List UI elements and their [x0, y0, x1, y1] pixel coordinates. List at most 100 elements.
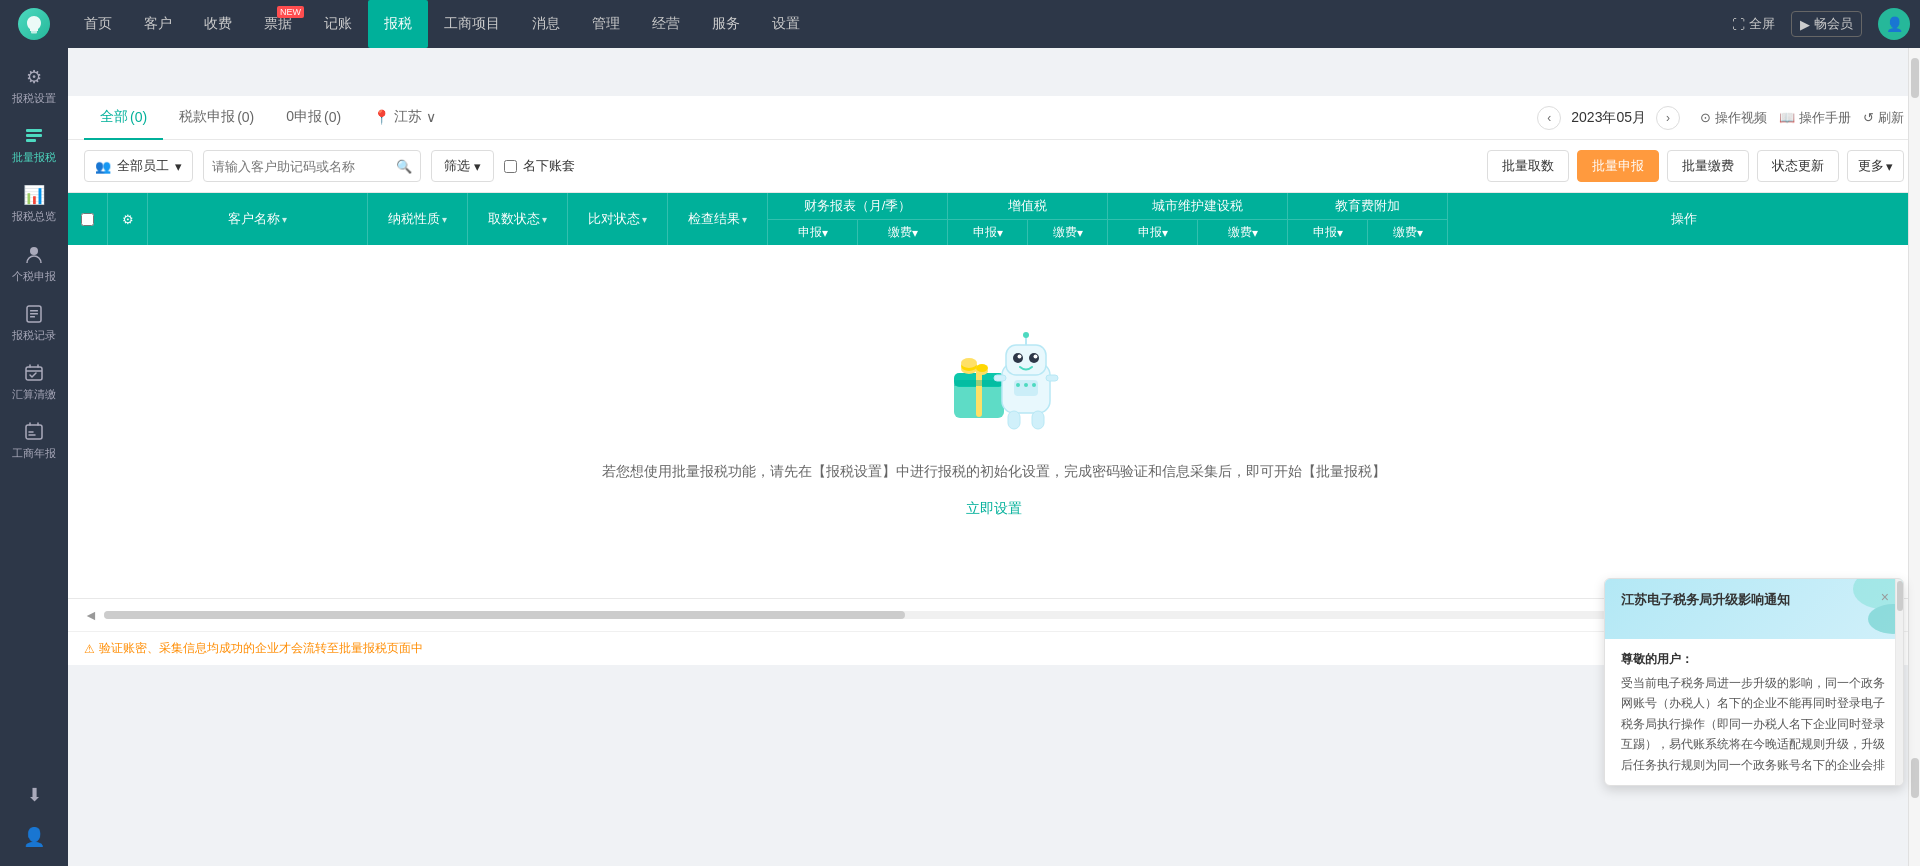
refresh-btn[interactable]: ↺ 刷新 — [1863, 109, 1904, 127]
nav-ticket[interactable]: 票据 NEW — [248, 0, 308, 48]
video-icon: ⊙ — [1700, 110, 1711, 125]
nav-operation[interactable]: 经营 — [636, 0, 696, 48]
settlement-icon — [23, 362, 45, 384]
batch-declare-btn[interactable]: 批量申报 — [1577, 150, 1659, 182]
scroll-left-icon[interactable]: ◄ — [84, 607, 98, 623]
svg-point-33 — [1024, 383, 1028, 387]
search-input[interactable] — [212, 159, 392, 174]
sidebar-item-personal-tax[interactable]: 个税申报 — [0, 234, 68, 293]
search-box: 🔍 — [203, 150, 421, 182]
filter-icon[interactable]: ▾ — [282, 214, 287, 225]
sidebar-item-batch-tax[interactable]: 批量报税 — [0, 115, 68, 174]
th-city-declare: 申报 ▾ — [1108, 220, 1198, 245]
tax-records-icon — [23, 303, 45, 325]
th-group-education-title: 教育费附加 — [1288, 193, 1447, 220]
filter-icon[interactable]: ▾ — [1077, 226, 1083, 240]
setup-link[interactable]: 立即设置 — [966, 500, 1022, 518]
select-icon: 👥 — [95, 159, 111, 174]
svg-point-26 — [1034, 355, 1038, 359]
annual-report-icon — [23, 421, 45, 443]
sidebar-item-download[interactable]: ⬇ — [0, 774, 68, 816]
sidebar-bottom: ⬇ 👤 — [0, 774, 68, 858]
tab-zero-declare[interactable]: 0申报 (0) — [270, 96, 357, 140]
sidebar-item-settlement[interactable]: 汇算清缴 — [0, 352, 68, 411]
svg-point-16 — [961, 358, 977, 368]
filter-icon[interactable]: ▾ — [742, 214, 747, 225]
checkbox-label[interactable]: 名下账套 — [504, 157, 575, 175]
nav-message[interactable]: 消息 — [516, 0, 576, 48]
sidebar-item-user[interactable]: 👤 — [0, 816, 68, 858]
filter-icon[interactable]: ▾ — [1417, 226, 1423, 240]
filter-icon[interactable]: ▾ — [1252, 226, 1258, 240]
prev-month-btn[interactable]: ‹ — [1537, 106, 1561, 130]
svg-rect-7 — [30, 316, 35, 318]
employee-select[interactable]: 👥 全部员工 ▾ — [84, 150, 193, 182]
filter-icon[interactable]: ▾ — [642, 214, 647, 225]
fullscreen-btn[interactable]: ⛶ 全屏 — [1732, 15, 1775, 33]
th-edu-pay: 缴费 ▾ — [1368, 220, 1447, 245]
th-settings[interactable]: ⚙ — [108, 193, 148, 245]
nav-settings[interactable]: 设置 — [756, 0, 816, 48]
sidebar-item-annual-report[interactable]: 工商年报 — [0, 411, 68, 470]
th-tax-nature: 纳税性质 ▾ — [368, 193, 468, 245]
filter-btn[interactable]: 筛选 ▾ — [431, 150, 494, 182]
filter-icon[interactable]: ▾ — [1162, 226, 1168, 240]
new-badge: NEW — [277, 6, 304, 18]
th-group-financial-title: 财务报表（月/季） — [768, 193, 947, 220]
nav-home[interactable]: 首页 — [68, 0, 128, 48]
svg-point-18 — [976, 364, 988, 372]
header-checkbox[interactable] — [81, 213, 94, 226]
filter-icon[interactable]: ▾ — [542, 214, 547, 225]
account-checkbox[interactable] — [504, 160, 517, 173]
tab-right-actions: ⊙ 操作视频 📖 操作手册 ↺ 刷新 — [1700, 109, 1904, 127]
nav-manage[interactable]: 管理 — [576, 0, 636, 48]
more-btn[interactable]: 更多 ▾ — [1847, 150, 1904, 182]
operation-manual-btn[interactable]: 📖 操作手册 — [1779, 109, 1851, 127]
svg-rect-8 — [26, 367, 42, 380]
svg-rect-6 — [30, 313, 38, 315]
sidebar-item-tax-records[interactable]: 报税记录 — [0, 293, 68, 352]
vip-btn[interactable]: ▶ 畅会员 — [1791, 11, 1862, 37]
filter-icon[interactable]: ▾ — [1337, 226, 1343, 240]
next-month-btn[interactable]: › — [1656, 106, 1680, 130]
th-financial-declare: 申报 ▾ — [768, 220, 858, 245]
nav-customer[interactable]: 客户 — [128, 0, 188, 48]
nav-tax[interactable]: 报税 — [368, 0, 428, 48]
avatar[interactable]: 👤 — [1878, 8, 1910, 40]
svg-point-24 — [1029, 353, 1039, 363]
filter-icon[interactable]: ▾ — [997, 226, 1003, 240]
svg-point-23 — [1013, 353, 1023, 363]
nav-business[interactable]: 工商项目 — [428, 0, 516, 48]
th-group-vat: 增值税 申报 ▾ 缴费 ▾ — [948, 193, 1108, 245]
nav-bookkeeping[interactable]: 记账 — [308, 0, 368, 48]
batch-fetch-btn[interactable]: 批量取数 — [1487, 150, 1569, 182]
filter-icon[interactable]: ▾ — [442, 214, 447, 225]
sidebar-item-tax-overview[interactable]: 📊 报税总览 — [0, 174, 68, 233]
nav-fee[interactable]: 收费 — [188, 0, 248, 48]
page-scroll-thumb-top — [1911, 58, 1919, 98]
th-group-financial: 财务报表（月/季） 申报 ▾ 缴费 ▾ — [768, 193, 948, 245]
filter-icon[interactable]: ▾ — [822, 226, 828, 240]
search-icon[interactable]: 🔍 — [396, 159, 412, 174]
chevron-down-icon: ∨ — [426, 109, 436, 125]
nav-service[interactable]: 服务 — [696, 0, 756, 48]
th-checkbox[interactable] — [68, 193, 108, 245]
user-icon: 👤 — [23, 826, 45, 848]
app-logo[interactable] — [10, 0, 58, 48]
page-scrollbar[interactable] — [1908, 48, 1920, 866]
status-update-btn[interactable]: 状态更新 — [1757, 150, 1839, 182]
sidebar-item-tax-settings[interactable]: ⚙ 报税设置 — [0, 56, 68, 115]
toolbar: 👥 全部员工 ▾ 🔍 筛选 ▾ 名下账套 批量取数 批量申报 批量缴费 — [68, 140, 1920, 193]
tab-jiangsu[interactable]: 📍 江苏 ∨ — [357, 96, 452, 140]
batch-pay-btn[interactable]: 批量缴费 — [1667, 150, 1749, 182]
operation-video-btn[interactable]: ⊙ 操作视频 — [1700, 109, 1767, 127]
batch-tax-icon — [23, 125, 45, 147]
notif-scrollbar[interactable] — [1895, 579, 1903, 785]
svg-point-34 — [1032, 383, 1036, 387]
filter-icon[interactable]: ▾ — [912, 226, 918, 240]
notification-popup: 江苏电子税务局升级影响通知 × 尊敬的用户： 受当前电子税务局进一步升级的影响，… — [1604, 578, 1904, 786]
svg-rect-1 — [26, 134, 42, 137]
tab-all[interactable]: 全部 (0) — [84, 96, 163, 140]
tab-tax-declare[interactable]: 税款申报 (0) — [163, 96, 270, 140]
notif-close-btn[interactable]: × — [1875, 587, 1895, 607]
